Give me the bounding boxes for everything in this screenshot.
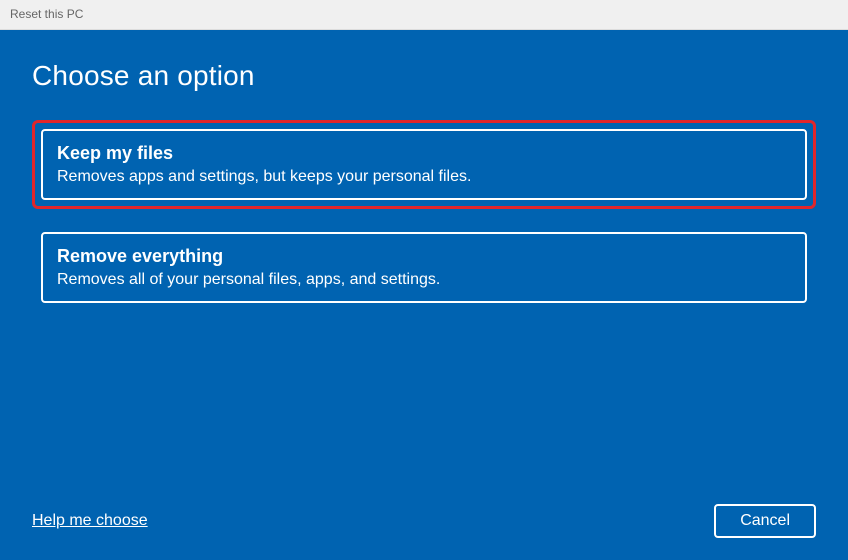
dialog-content: Choose an option Keep my files Removes a… xyxy=(0,30,848,560)
help-me-choose-link[interactable]: Help me choose xyxy=(32,512,148,530)
option-keep-my-files[interactable]: Keep my files Removes apps and settings,… xyxy=(41,129,807,200)
window-titlebar: Reset this PC xyxy=(0,0,848,30)
option-description: Removes all of your personal files, apps… xyxy=(57,271,791,289)
option-title: Keep my files xyxy=(57,143,791,164)
option-description: Removes apps and settings, but keeps you… xyxy=(57,168,791,186)
dialog-footer: Help me choose Cancel xyxy=(32,504,816,538)
page-heading: Choose an option xyxy=(32,60,816,92)
option-title: Remove everything xyxy=(57,246,791,267)
option-frame: Remove everything Removes all of your pe… xyxy=(32,223,816,312)
option-remove-everything[interactable]: Remove everything Removes all of your pe… xyxy=(41,232,807,303)
option-highlight-frame: Keep my files Removes apps and settings,… xyxy=(32,120,816,209)
window-title: Reset this PC xyxy=(10,7,83,21)
cancel-button[interactable]: Cancel xyxy=(714,504,816,538)
